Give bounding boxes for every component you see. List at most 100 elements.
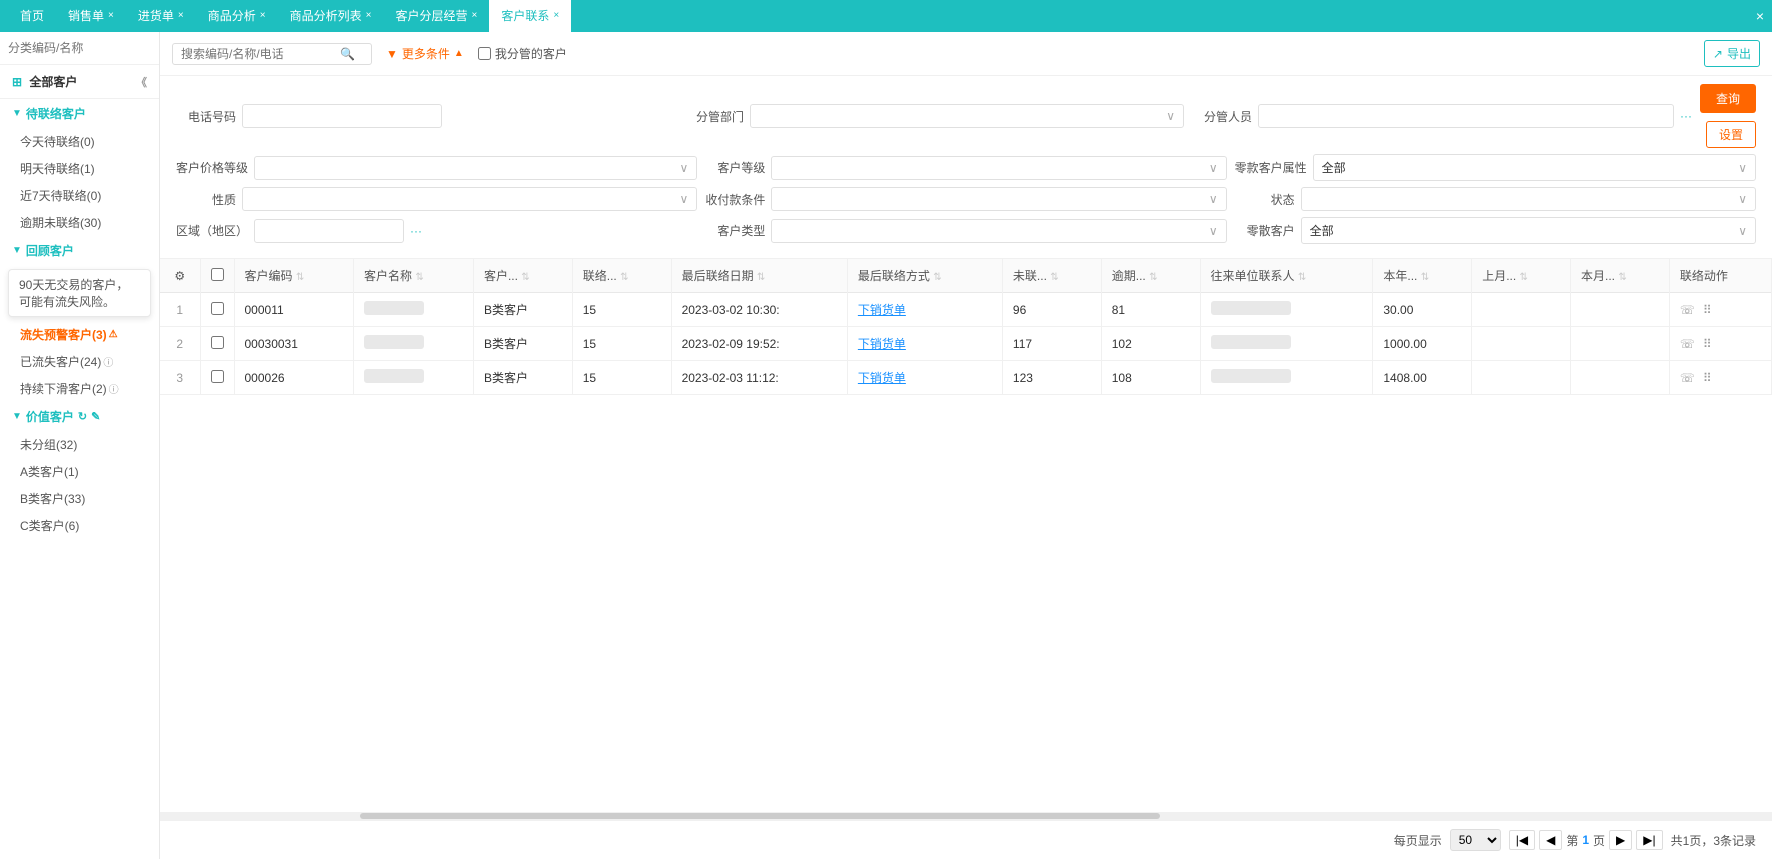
sort-icon-unit-contact[interactable]: ⇅	[1298, 272, 1306, 283]
sidebar-item-churn-warning[interactable]: 流失预警客户(3) ⚠	[0, 321, 159, 348]
filter-price-level-select[interactable]: ∨	[254, 156, 697, 180]
toolbar-search-icon[interactable]: 🔍	[340, 47, 355, 61]
row3-checkbox[interactable]	[200, 361, 234, 395]
row3-check[interactable]	[211, 370, 224, 383]
row2-overdue: 102	[1101, 327, 1200, 361]
close-tab-purchase[interactable]: ×	[178, 0, 184, 32]
filter-person-more[interactable]: ···	[1680, 109, 1692, 123]
table-settings-header[interactable]: ⚙	[160, 259, 200, 293]
close-tab-sales[interactable]: ×	[108, 0, 114, 32]
close-all-tabs[interactable]: ×	[1756, 8, 1764, 24]
filter-type-select[interactable]: ∨	[771, 219, 1226, 243]
toolbar-search-input[interactable]	[181, 47, 336, 61]
first-page-btn[interactable]: |◀	[1509, 830, 1535, 850]
filter-dept-select[interactable]: ∨	[750, 104, 1184, 128]
filter-row-4: 区域（地区） ··· 客户类型 ∨ 零散客户 全部 ∨	[176, 217, 1756, 244]
next-page-btn[interactable]: ▶	[1609, 830, 1632, 850]
chevron-icon: ▲	[454, 48, 464, 59]
sidebar-item-b-class[interactable]: B类客户(33)	[0, 485, 159, 512]
row1-check[interactable]	[211, 302, 224, 315]
sidebar-item-churned[interactable]: 已流失客户(24) ⓘ	[0, 348, 159, 375]
sidebar-item-tomorrow[interactable]: 明天待联络(1)	[0, 155, 159, 182]
filter-region-input[interactable]	[254, 219, 404, 243]
select-all-checkbox[interactable]	[211, 268, 224, 281]
row3-action-contact-icon[interactable]: ☏	[1680, 371, 1695, 385]
close-tab-customer-contact[interactable]: ×	[553, 0, 559, 32]
filter-zero-retail-select[interactable]: 全部 ∨	[1313, 154, 1756, 181]
tab-purchase[interactable]: 进货单 ×	[126, 0, 196, 32]
close-tab-analysis[interactable]: ×	[260, 0, 266, 32]
nav-home[interactable]: 首页	[8, 0, 56, 32]
sort-icon-last-method[interactable]: ⇅	[933, 272, 941, 283]
tab-customer-contact[interactable]: 客户联系 ×	[489, 0, 571, 32]
sort-icon-type[interactable]: ⇅	[521, 272, 529, 283]
per-page-select[interactable]: 50 100	[1450, 829, 1501, 851]
sort-icon-overdue[interactable]: ⇅	[1149, 272, 1157, 283]
sidebar-item-week[interactable]: 近7天待联络(0)	[0, 182, 159, 209]
sort-icon-no-contact[interactable]: ⇅	[1050, 272, 1058, 283]
row2-checkbox[interactable]	[200, 327, 234, 361]
tab-analysis-list[interactable]: 商品分析列表 ×	[278, 0, 384, 32]
sidebar-item-a-class[interactable]: A类客户(1)	[0, 458, 159, 485]
top-nav: 首页 销售单 × 进货单 × 商品分析 × 商品分析列表 × 客户分层经营 × …	[0, 0, 1772, 32]
filter-region: 区域（地区） ···	[176, 219, 697, 243]
horizontal-scrollbar[interactable]	[160, 812, 1772, 820]
filter-nature-select[interactable]: ∨	[242, 187, 697, 211]
sidebar-item-today[interactable]: 今天待联络(0)	[0, 128, 159, 155]
close-tab-analysis-list[interactable]: ×	[366, 0, 372, 32]
sort-icon-last-month[interactable]: ⇅	[1520, 272, 1528, 283]
setting-button[interactable]: 设置	[1706, 121, 1756, 148]
row2-contact: 15	[572, 327, 671, 361]
tab-analysis[interactable]: 商品分析 ×	[196, 0, 278, 32]
my-customers-check[interactable]	[478, 47, 491, 60]
sort-icon-name[interactable]: ⇅	[415, 272, 423, 283]
sidebar-item-overdue[interactable]: 逾期未联络(30)	[0, 209, 159, 236]
prev-page-btn[interactable]: ◀	[1539, 830, 1562, 850]
sidebar-item-ungroups[interactable]: 未分组(32)	[0, 431, 159, 458]
query-button[interactable]: 查询	[1700, 84, 1756, 113]
more-conditions-btn[interactable]: ▼ 更多条件 ▲	[380, 41, 470, 66]
filter-region-more[interactable]: ···	[410, 224, 422, 238]
sort-icon-code[interactable]: ⇅	[296, 272, 304, 283]
table-checkbox-header[interactable]	[200, 259, 234, 293]
close-tab-customer-tier[interactable]: ×	[471, 0, 477, 32]
row2-action-more-icon[interactable]: ⠿	[1703, 337, 1712, 351]
row1-checkbox[interactable]	[200, 293, 234, 327]
my-customers-checkbox[interactable]: 我分管的客户	[478, 45, 567, 62]
sort-icon-this-month[interactable]: ⇅	[1618, 272, 1626, 283]
row1-this-year: 30.00	[1373, 293, 1472, 327]
sidebar-group-review[interactable]: ▼ 回顾客户	[0, 236, 159, 265]
row1-actions: ☏ ⠿	[1669, 293, 1771, 327]
filter-payment-select[interactable]: ∨	[771, 187, 1226, 211]
tab-sales[interactable]: 销售单 ×	[56, 0, 126, 32]
sort-icon-last-date[interactable]: ⇅	[757, 272, 765, 283]
filter-zero-customer-select[interactable]: 全部 ∨	[1301, 217, 1756, 244]
sidebar-all-customers[interactable]: ⊞ 全部客户 《	[0, 65, 159, 99]
last-page-btn[interactable]: ▶|	[1636, 830, 1662, 850]
sidebar-group-value[interactable]: ▼ 价值客户 ↻ ✎	[0, 402, 159, 431]
grid-icon: ⊞	[12, 75, 22, 89]
row1-action-more-icon[interactable]: ⠿	[1703, 303, 1712, 317]
sort-icon-this-year[interactable]: ⇅	[1421, 272, 1429, 283]
row3-action-more-icon[interactable]: ⠿	[1703, 371, 1712, 385]
filter-level-select[interactable]: ∨	[771, 156, 1226, 180]
filter-person-input[interactable]	[1258, 104, 1674, 128]
export-btn[interactable]: ↗ 导出	[1704, 40, 1760, 67]
row3-overdue: 108	[1101, 361, 1200, 395]
row2-action-contact-icon[interactable]: ☏	[1680, 337, 1695, 351]
sort-icon-contact[interactable]: ⇅	[620, 272, 628, 283]
filter-status-select[interactable]: ∨	[1301, 187, 1756, 211]
row1-action-contact-icon[interactable]: ☏	[1680, 303, 1695, 317]
sidebar-group-pending[interactable]: ▼ 待联络客户	[0, 99, 159, 128]
sidebar-item-c-class[interactable]: C类客户(6)	[0, 512, 159, 539]
edit-icon[interactable]: ✎	[91, 410, 100, 423]
filter-phone-input[interactable]	[242, 104, 442, 128]
tab-customer-tier[interactable]: 客户分层经营 ×	[383, 0, 489, 32]
sidebar-item-declining[interactable]: 持续下滑客户(2) ⓘ	[0, 375, 159, 402]
filter-row-1: 电话号码 分管部门 ∨ 分管人员 ··· 查询 设置	[176, 84, 1756, 148]
scrollbar-thumb[interactable]	[360, 813, 1160, 819]
refresh-icon[interactable]: ↻	[78, 410, 87, 423]
row2-check[interactable]	[211, 336, 224, 349]
sidebar-search-input[interactable]	[8, 41, 160, 55]
collapse-btn[interactable]: 《	[136, 74, 147, 90]
